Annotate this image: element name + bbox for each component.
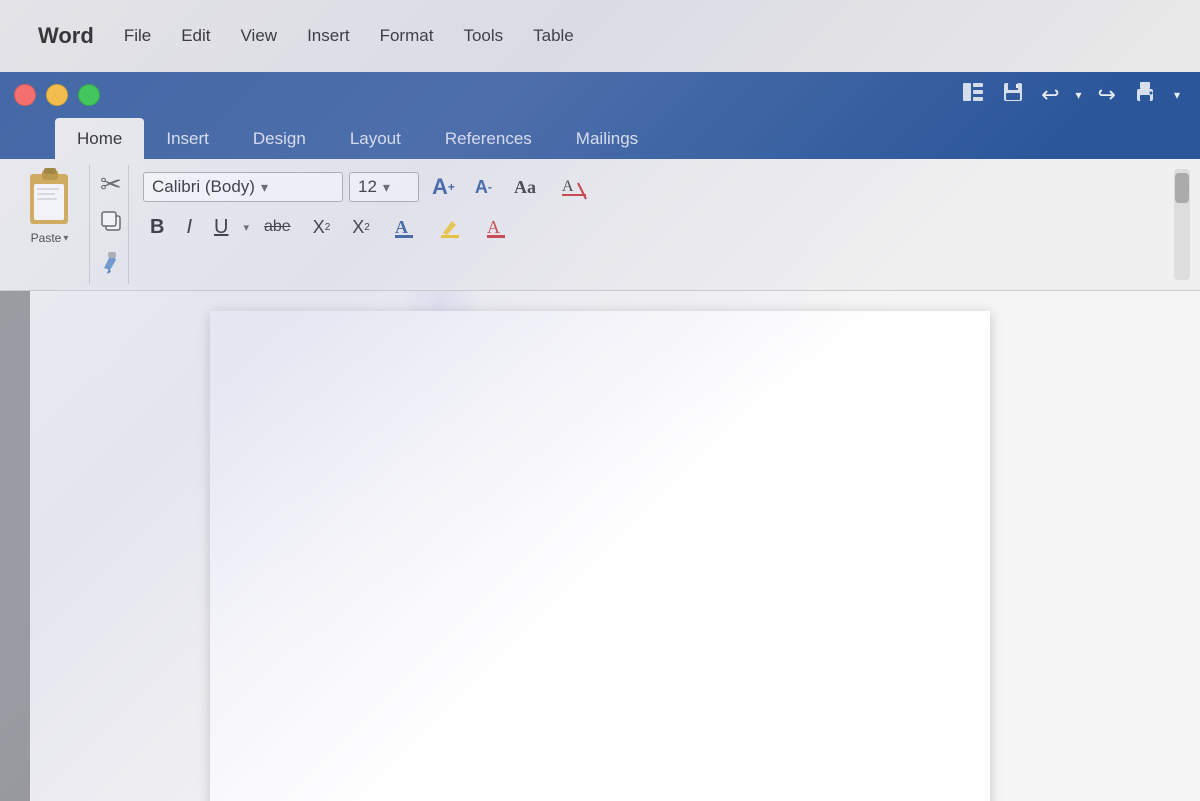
svg-text:A: A xyxy=(487,217,500,237)
edit-tools-section: ✂ xyxy=(96,165,129,284)
font-name-selector[interactable]: Calibri (Body) ▾ xyxy=(143,172,343,202)
font-row-1: Calibri (Body) ▾ 12 ▾ A+ A- Aa xyxy=(143,169,1156,205)
ribbon-top-row: ↩ ▾ ↪ ▾ xyxy=(0,72,1200,118)
tab-design[interactable]: Design xyxy=(231,119,328,159)
clipboard-icon xyxy=(24,169,76,227)
strikethrough-button[interactable]: abe xyxy=(257,214,298,240)
print-icon[interactable] xyxy=(1132,79,1158,111)
ribbon-scroll-indicator xyxy=(1174,169,1190,280)
tab-insert[interactable]: Insert xyxy=(144,119,231,159)
tab-mailings[interactable]: Mailings xyxy=(554,119,660,159)
close-button[interactable] xyxy=(14,84,36,106)
bold-button[interactable]: B xyxy=(143,212,171,243)
menu-view[interactable]: View xyxy=(235,22,284,50)
maximize-button[interactable] xyxy=(78,84,100,106)
font-size-dropdown-icon[interactable]: ▾ xyxy=(383,179,390,196)
svg-text:A: A xyxy=(562,178,574,195)
left-panel-shadow xyxy=(0,291,30,801)
save-icon[interactable] xyxy=(1001,80,1025,110)
document-page[interactable] xyxy=(210,311,990,801)
menu-edit[interactable]: Edit xyxy=(175,22,216,50)
font-name-dropdown-icon[interactable]: ▾ xyxy=(261,179,268,196)
quick-access-toolbar: ↩ ▾ ↪ ▾ xyxy=(961,79,1200,111)
subscript-button[interactable]: X2 xyxy=(306,213,338,242)
change-case-button[interactable]: Aa xyxy=(505,169,547,205)
ribbon-tabs: Home Insert Design Layout References Mai… xyxy=(0,118,1200,159)
tab-layout[interactable]: Layout xyxy=(328,119,423,159)
copy-icon[interactable] xyxy=(100,210,122,238)
ribbon: ↩ ▾ ↪ ▾ Home Insert Desig xyxy=(0,72,1200,291)
quick-access-dropdown-icon[interactable]: ▾ xyxy=(1174,88,1180,102)
redo-icon[interactable]: ↪ xyxy=(1098,82,1116,108)
font-size-text: 12 xyxy=(358,177,377,197)
mac-menubar: Word File Edit View Insert Format Tools … xyxy=(0,0,1200,72)
underline-dropdown-icon[interactable]: ▾ xyxy=(243,221,249,234)
highlight-color-button[interactable] xyxy=(431,211,469,243)
strikethrough-label: abe xyxy=(264,218,291,236)
menu-word[interactable]: Word xyxy=(32,19,100,53)
minimize-button[interactable] xyxy=(46,84,68,106)
svg-text:Aa: Aa xyxy=(514,177,536,197)
clipboard-section: Paste ▾ xyxy=(10,165,90,284)
paste-label[interactable]: Paste xyxy=(31,231,62,245)
menu-tools[interactable]: Tools xyxy=(457,22,509,50)
font-color-button[interactable]: A xyxy=(385,211,423,243)
paste-dropdown-icon[interactable]: ▾ xyxy=(63,233,68,244)
format-brush-icon[interactable] xyxy=(100,248,122,280)
superscript-label: X xyxy=(352,217,364,238)
tab-home[interactable]: Home xyxy=(55,118,144,159)
subscript-label: X xyxy=(313,217,325,238)
shrink-font-button[interactable]: A- xyxy=(468,173,499,202)
font-name-text: Calibri (Body) xyxy=(152,177,255,197)
menu-insert[interactable]: Insert xyxy=(301,22,356,50)
menu-format[interactable]: Format xyxy=(374,22,440,50)
screen: Word File Edit View Insert Format Tools … xyxy=(0,0,1200,801)
tab-references[interactable]: References xyxy=(423,119,554,159)
svg-text:A: A xyxy=(395,217,408,237)
font-section: Calibri (Body) ▾ 12 ▾ A+ A- Aa xyxy=(135,165,1164,284)
window-controls-area xyxy=(0,72,961,118)
undo-dropdown-icon[interactable]: ▾ xyxy=(1076,88,1082,102)
ribbon-content-home: Paste ▾ ✂ xyxy=(0,159,1200,291)
undo-icon[interactable]: ↩ xyxy=(1041,82,1059,108)
superscript-sup: 2 xyxy=(364,222,370,233)
font-size-selector[interactable]: 12 ▾ xyxy=(349,172,419,202)
menu-table[interactable]: Table xyxy=(527,22,580,50)
superscript-button[interactable]: X2 xyxy=(345,213,377,242)
subscript-sub: 2 xyxy=(325,222,331,233)
document-area xyxy=(0,291,1200,801)
menu-file[interactable]: File xyxy=(118,22,157,50)
font-row-2: B I U ▾ abe X2 X2 xyxy=(143,211,1156,243)
clear-format-button[interactable]: A xyxy=(553,169,595,205)
scissors-icon[interactable]: ✂ xyxy=(100,169,122,200)
italic-button[interactable]: I xyxy=(179,212,199,243)
underline-button[interactable]: U xyxy=(207,212,235,243)
grow-font-button[interactable]: A+ xyxy=(425,170,462,204)
character-shading-button[interactable]: A xyxy=(477,211,515,243)
sidebar-toggle-icon[interactable] xyxy=(961,80,985,110)
